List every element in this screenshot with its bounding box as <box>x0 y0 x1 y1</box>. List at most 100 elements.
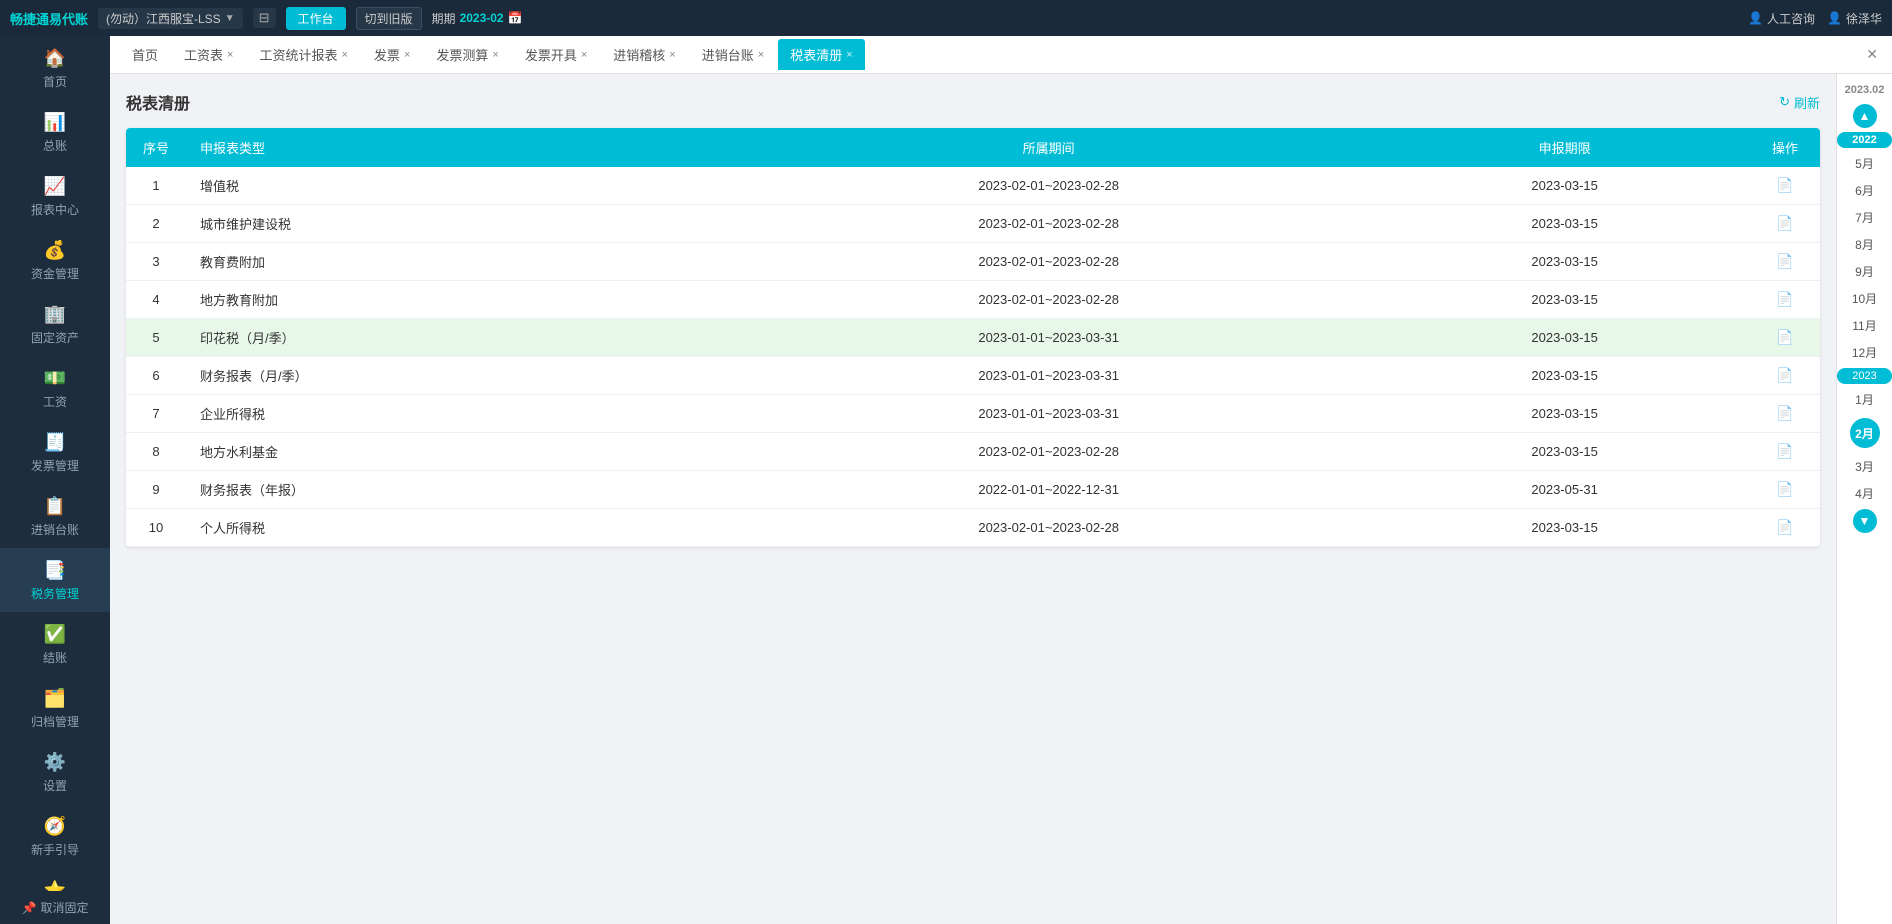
month-9[interactable]: 9月 <box>1837 258 1892 285</box>
cell-deadline: 2023-03-15 <box>1379 395 1750 433</box>
chevron-down-icon: ▼ <box>225 13 235 24</box>
timeline-down-button[interactable]: ▼ <box>1853 509 1877 533</box>
close-tab-salary-report[interactable]: × <box>341 49 347 61</box>
tab-home[interactable]: 首页 <box>120 39 170 70</box>
close-tab-salary[interactable]: × <box>227 49 233 61</box>
home-icon: 🏠 <box>44 48 66 69</box>
service-icon: 👤 <box>1748 11 1763 25</box>
close-tab-invoice-calc[interactable]: × <box>492 49 498 61</box>
month-12[interactable]: 12月 <box>1837 339 1892 366</box>
tab-purchase-check[interactable]: 进销稽核 × <box>601 39 687 70</box>
funds-icon: 💰 <box>44 240 66 261</box>
sidebar-item-settle[interactable]: ✅ 结账 <box>0 612 110 676</box>
cell-index: 9 <box>126 471 186 509</box>
cell-type: 财务报表（年报） <box>186 471 718 509</box>
sidebar-item-label: 进销台账 <box>31 521 79 538</box>
refresh-icon: ↻ <box>1779 94 1790 110</box>
sidebar-item-settings[interactable]: ⚙️ 设置 <box>0 740 110 804</box>
close-tab-purchase-ledger[interactable]: × <box>758 49 764 61</box>
cell-type: 财务报表（月/季） <box>186 357 718 395</box>
cell-index: 4 <box>126 281 186 319</box>
col-period: 所属期间 <box>718 128 1379 167</box>
month-3[interactable]: 3月 <box>1837 453 1892 480</box>
guide-icon: 🧭 <box>44 816 66 837</box>
sidebar-item-fixed-assets[interactable]: 🏢 固定资产 <box>0 292 110 356</box>
sidebar-item-invoice[interactable]: 🧾 发票管理 <box>0 420 110 484</box>
cell-action: 📄 <box>1750 433 1820 471</box>
company-selector[interactable]: (勿动）江西服宝-LSS ▼ <box>98 8 243 29</box>
table-row: 1 增值税 2023-02-01~2023-02-28 2023-03-15 📄 <box>126 167 1820 205</box>
sidebar-item-home[interactable]: 🏠 首页 <box>0 36 110 100</box>
cell-action: 📄 <box>1750 509 1820 547</box>
refresh-button[interactable]: ↻ 刷新 <box>1779 93 1820 112</box>
close-tab-tax-list[interactable]: × <box>846 49 852 61</box>
tab-invoice-open[interactable]: 发票开具 × <box>513 39 599 70</box>
close-tab-invoice-open[interactable]: × <box>581 49 587 61</box>
cell-deadline: 2023-03-15 <box>1379 357 1750 395</box>
close-all-tabs[interactable]: ✕ <box>1862 42 1882 67</box>
sidebar-item-tax[interactable]: 📑 税务管理 <box>0 548 110 612</box>
cell-period: 2023-02-01~2023-02-28 <box>718 281 1379 319</box>
calendar-icon[interactable]: 📅 <box>508 11 523 25</box>
cell-deadline: 2023-05-31 <box>1379 471 1750 509</box>
detail-icon[interactable]: 📄 <box>1776 481 1793 497</box>
sidebar-item-ledger[interactable]: 📊 总账 <box>0 100 110 164</box>
tab-salary[interactable]: 工资表 × <box>172 39 245 70</box>
detail-icon[interactable]: 📄 <box>1776 291 1793 307</box>
month-8[interactable]: 8月 <box>1837 231 1892 258</box>
tab-tax-list[interactable]: 税表清册 × <box>778 39 864 70</box>
cell-period: 2023-02-01~2023-02-28 <box>718 433 1379 471</box>
user-service-button[interactable]: 👤 人工咨询 <box>1748 10 1815 27</box>
cell-period: 2023-01-01~2023-03-31 <box>718 319 1379 357</box>
month-11[interactable]: 11月 <box>1837 312 1892 339</box>
cell-action: 📄 <box>1750 471 1820 509</box>
tab-salary-report[interactable]: 工资统计报表 × <box>247 39 359 70</box>
sidebar-item-salary[interactable]: 💵 工资 <box>0 356 110 420</box>
content-area: 首页 工资表 × 工资统计报表 × 发票 × 发票测算 × 发票开具 × <box>110 36 1892 924</box>
sidebar-item-guide[interactable]: 🧭 新手引导 <box>0 804 110 868</box>
cell-type: 教育费附加 <box>186 243 718 281</box>
cell-type: 城市维护建设税 <box>186 205 718 243</box>
switch-version-button[interactable]: 切到旧版 <box>356 7 422 30</box>
month-2-active[interactable]: 2月 <box>1850 418 1880 448</box>
month-5[interactable]: 5月 <box>1837 150 1892 177</box>
month-6[interactable]: 6月 <box>1837 177 1892 204</box>
tab-invoice[interactable]: 发票 × <box>362 39 422 70</box>
sidebar-item-label: 税务管理 <box>31 585 79 602</box>
detail-icon[interactable]: 📄 <box>1776 329 1793 345</box>
timeline-up-button[interactable]: ▲ <box>1853 104 1877 128</box>
tab-purchase-ledger[interactable]: 进销台账 × <box>690 39 776 70</box>
cell-deadline: 2023-03-15 <box>1379 243 1750 281</box>
sidebar-item-report[interactable]: 📈 报表中心 <box>0 164 110 228</box>
sidebar-item-archive[interactable]: 🗂️ 归档管理 <box>0 676 110 740</box>
sidebar-item-purchase[interactable]: 📋 进销台账 <box>0 484 110 548</box>
detail-icon[interactable]: 📄 <box>1776 177 1793 193</box>
col-index: 序号 <box>126 128 186 167</box>
month-10[interactable]: 10月 <box>1837 285 1892 312</box>
settings-icon: ⚙️ <box>44 752 66 773</box>
workbench-button[interactable]: 工作台 <box>286 7 346 30</box>
sidebar-item-funds[interactable]: 💰 资金管理 <box>0 228 110 292</box>
month-7[interactable]: 7月 <box>1837 204 1892 231</box>
month-4[interactable]: 4月 <box>1837 480 1892 507</box>
close-tab-invoice[interactable]: × <box>404 49 410 61</box>
month-1[interactable]: 1月 <box>1837 386 1892 413</box>
detail-icon[interactable]: 📄 <box>1776 405 1793 421</box>
cancel-fixed-button[interactable]: 📌 取消固定 <box>0 891 110 924</box>
cell-type: 企业所得税 <box>186 395 718 433</box>
cell-period: 2023-02-01~2023-02-28 <box>718 243 1379 281</box>
close-tab-purchase-check[interactable]: × <box>669 49 675 61</box>
detail-icon[interactable]: 📄 <box>1776 215 1793 231</box>
user-profile[interactable]: 👤 徐泽华 <box>1827 10 1882 27</box>
tab-invoice-calc[interactable]: 发票测算 × <box>424 39 510 70</box>
detail-icon[interactable]: 📄 <box>1776 367 1793 383</box>
detail-icon[interactable]: 📄 <box>1776 443 1793 459</box>
cell-index: 7 <box>126 395 186 433</box>
sidebar-item-label: 总账 <box>43 137 67 154</box>
detail-icon[interactable]: 📄 <box>1776 253 1793 269</box>
detail-icon[interactable]: 📄 <box>1776 519 1793 535</box>
copy-button[interactable]: ⊟ <box>253 8 276 28</box>
top-bar: 畅捷通易代账 (勿动）江西服宝-LSS ▼ ⊟ 工作台 切到旧版 期期 2023… <box>0 0 1892 36</box>
year-2022-label: 2022 <box>1837 132 1892 148</box>
salary-icon: 💵 <box>44 368 66 389</box>
